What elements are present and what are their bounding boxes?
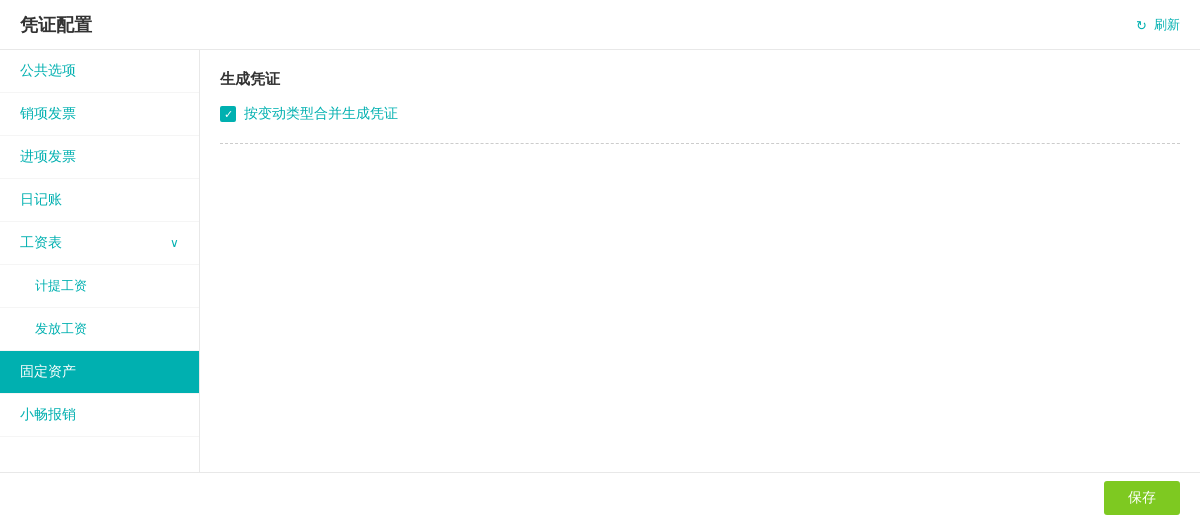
sidebar-item-pay-wages[interactable]: 发放工资 — [0, 308, 199, 351]
sidebar-item-accrued-wages[interactable]: 计提工资 — [0, 265, 199, 308]
sidebar-item-expense-reimb[interactable]: 小畅报销 — [0, 394, 199, 437]
chevron-down-icon: ∨ — [170, 236, 179, 250]
refresh-label: 刷新 — [1154, 16, 1180, 34]
sidebar-item-label: 公共选项 — [20, 62, 76, 80]
page-title: 凭证配置 — [20, 13, 92, 37]
section-title: 生成凭证 — [220, 70, 1180, 89]
refresh-icon: ↻ — [1136, 18, 1150, 32]
checkbox-label[interactable]: 按变动类型合并生成凭证 — [244, 105, 398, 123]
sidebar-item-label: 进项发票 — [20, 148, 76, 166]
header: 凭证配置 ↻ 刷新 — [0, 0, 1200, 50]
sidebar-item-purchase-invoice[interactable]: 进项发票 — [0, 136, 199, 179]
sidebar-item-journal[interactable]: 日记账 — [0, 179, 199, 222]
sidebar-item-label: 发放工资 — [35, 320, 87, 338]
sidebar-item-payroll-table[interactable]: 工资表 ∨ — [0, 222, 199, 265]
save-button[interactable]: 保存 — [1104, 481, 1180, 515]
sidebar-item-label: 计提工资 — [35, 277, 87, 295]
sidebar-item-fixed-assets[interactable]: 固定资产 — [0, 351, 199, 394]
sidebar-item-label: 固定资产 — [20, 363, 76, 381]
merge-by-type-checkbox[interactable] — [220, 106, 236, 122]
section-divider — [220, 143, 1180, 144]
page-wrapper: 凭证配置 ↻ 刷新 公共选项销项发票进项发票日记账工资表 ∨ 计提工资发放工资固定资… — [0, 0, 1200, 522]
checkbox-row: 按变动类型合并生成凭证 — [220, 105, 1180, 123]
main-layout: 公共选项销项发票进项发票日记账工资表 ∨ 计提工资发放工资固定资产小畅报销 生成凭证… — [0, 50, 1200, 472]
sidebar-item-public-options[interactable]: 公共选项 — [0, 50, 199, 93]
footer: 保存 — [0, 472, 1200, 522]
sidebar-item-label: 日记账 — [20, 191, 62, 209]
sidebar-item-label: 小畅报销 — [20, 406, 76, 424]
sidebar-item-label: 销项发票 — [20, 105, 76, 123]
refresh-button[interactable]: ↻ 刷新 — [1136, 16, 1180, 34]
content-area: 生成凭证 按变动类型合并生成凭证 — [200, 50, 1200, 472]
sidebar-item-sales-invoice[interactable]: 销项发票 — [0, 93, 199, 136]
sidebar: 公共选项销项发票进项发票日记账工资表 ∨ 计提工资发放工资固定资产小畅报销 — [0, 50, 200, 472]
sidebar-item-label: 工资表 — [20, 234, 62, 252]
